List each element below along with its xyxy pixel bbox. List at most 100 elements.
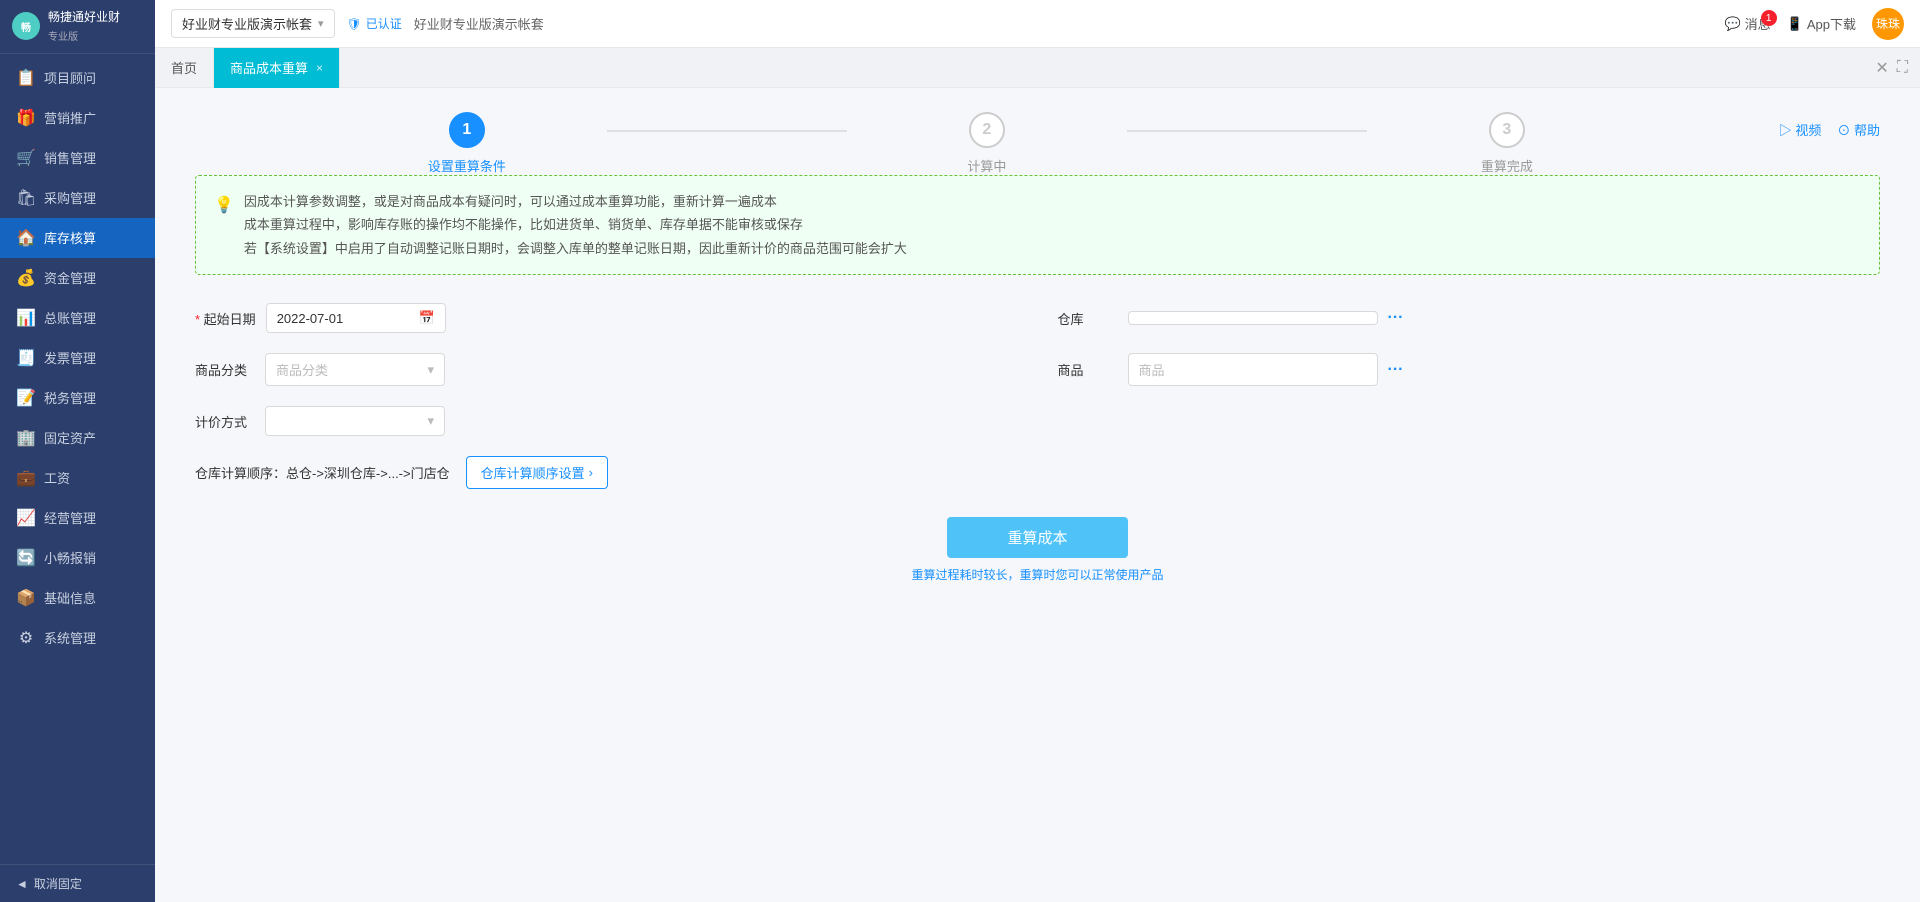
sidebar-item-operation[interactable]: 📈 经营管理 — [0, 498, 155, 538]
tab-recalc-label: 商品成本重算 — [230, 58, 308, 77]
sidebar-item-tax[interactable]: 📝 税务管理 — [0, 378, 155, 418]
sidebar-item-basic[interactable]: 📦 基础信息 — [0, 578, 155, 618]
pricing-select[interactable]: ▾ — [265, 406, 445, 436]
warehouse-order-text: 仓库计算顺序：总仓->深圳仓库->...->门店仓 — [195, 463, 450, 482]
sidebar-item-project[interactable]: 📋 项目顾问 — [0, 58, 155, 98]
pricing-chevron: ▾ — [427, 413, 434, 429]
user-avatar-label: 珠珠 — [1876, 15, 1900, 32]
recalc-section: 重算成本 重算过程耗时较长，重算时您可以正常使用产品 — [195, 517, 1880, 583]
sidebar-item-purchase[interactable]: 🛍 采购管理 — [0, 178, 155, 218]
sidebar-edition: 专业版 — [48, 28, 120, 43]
warehouse-order-row: 仓库计算顺序：总仓->深圳仓库->...->门店仓 仓库计算顺序设置 › — [195, 456, 1880, 489]
sidebar-label-finance: 资金管理 — [44, 268, 96, 287]
warehouse-more-icon[interactable]: ··· — [1388, 309, 1404, 327]
content-area: 1 设置重算条件 2 计算中 3 重算完成 ▷ 视频 ⊙ 帮助 — [155, 88, 1920, 902]
message-action[interactable]: 💬 消息 1 — [1724, 14, 1770, 33]
steps-right-links: ▷ 视频 ⊙ 帮助 — [1779, 112, 1880, 139]
category-select[interactable]: 商品分类 ▾ — [265, 353, 445, 386]
user-avatar[interactable]: 珠珠 — [1872, 8, 1904, 40]
sidebar-label-expense: 小畅报销 — [44, 548, 96, 567]
step-3-circle: 3 — [1489, 112, 1525, 148]
account-selector[interactable]: 好业财专业版演示帐套 ▾ — [171, 9, 335, 38]
phone-icon: 📱 — [1787, 16, 1803, 32]
tab-bar: 首页 商品成本重算 × ✕ ⛶ — [155, 48, 1920, 88]
sidebar-icon-salary: 💼 — [16, 468, 36, 488]
sidebar-item-salary[interactable]: 💼 工资 — [0, 458, 155, 498]
account-selector-text: 好业财专业版演示帐套 — [182, 14, 312, 33]
tab-recalc-close[interactable]: × — [316, 61, 323, 75]
calendar-icon: 📅 — [419, 310, 435, 326]
sidebar-label-ledger: 总账管理 — [44, 308, 96, 327]
sidebar-icon-operation: 📈 — [16, 508, 36, 528]
notification-badge: 1 — [1761, 10, 1777, 26]
sidebar-footer-label: 取消固定 — [34, 875, 82, 892]
message-icon: 💬 — [1724, 16, 1740, 32]
sidebar-item-invoice[interactable]: 🧾 发票管理 — [0, 338, 155, 378]
goods-input[interactable]: 商品 — [1128, 353, 1378, 386]
sidebar-icon-purchase: 🛍 — [16, 188, 36, 208]
start-date-value: 2022-07-01 — [277, 311, 344, 326]
step-line-1 — [607, 130, 847, 132]
form-row-2: 商品分类 商品分类 ▾ 商品 商品 ··· — [195, 353, 1880, 386]
sidebar-item-marketing[interactable]: 🎁 营销推广 — [0, 98, 155, 138]
step-3-label: 重算完成 — [1481, 156, 1533, 175]
sidebar-icon-basic: 📦 — [16, 588, 36, 608]
step-2-circle: 2 — [969, 112, 1005, 148]
sidebar-item-inventory[interactable]: 🏠 库存核算 — [0, 218, 155, 258]
sidebar-label-purchase: 采购管理 — [44, 188, 96, 207]
step-1-label: 设置重算条件 — [428, 156, 506, 175]
info-line-1: 因成本计算参数调整，或是对商品成本有疑问时，可以通过成本重算功能，重新计算一遍成… — [244, 190, 907, 213]
sidebar-item-ledger[interactable]: 📊 总账管理 — [0, 298, 155, 338]
sidebar-footer-unpin[interactable]: ◄ 取消固定 — [0, 864, 155, 902]
sidebar-item-expense[interactable]: 🔄 小畅报销 — [0, 538, 155, 578]
maximize-icon[interactable]: ⛶ — [1897, 59, 1908, 77]
sidebar-label-basic: 基础信息 — [44, 588, 96, 607]
sidebar-item-sales[interactable]: 🛒 销售管理 — [0, 138, 155, 178]
sidebar-label-sales: 销售管理 — [44, 148, 96, 167]
sidebar-label-tax: 税务管理 — [44, 388, 96, 407]
app-download-action[interactable]: 📱 App下载 — [1787, 14, 1856, 33]
warehouse-input[interactable] — [1128, 311, 1378, 325]
goods-more-icon[interactable]: ··· — [1388, 361, 1404, 379]
tab-home[interactable]: 首页 — [155, 48, 214, 88]
help-link[interactable]: ⊙ 帮助 — [1837, 120, 1880, 139]
sidebar-icon-marketing: 🎁 — [16, 108, 36, 128]
sidebar-label-project: 项目顾问 — [44, 68, 96, 87]
steps-row: 1 设置重算条件 2 计算中 3 重算完成 — [195, 112, 1779, 175]
start-date-input[interactable]: 2022-07-01 📅 — [266, 303, 446, 333]
info-icon: 💡 — [214, 192, 234, 260]
info-line-3: 若【系统设置】中启用了自动调整记账日期时，会调整入库单的整单记账日期，因此重新计… — [244, 237, 907, 260]
close-window-icon[interactable]: ✕ — [1875, 58, 1888, 78]
goods-label: 商品 — [1058, 360, 1118, 379]
warehouse-order-chevron: › — [589, 465, 593, 480]
tab-home-label: 首页 — [171, 58, 197, 77]
step-line-2 — [1127, 130, 1367, 132]
top-header: 好业财专业版演示帐套 ▾ 🛡 已认证 好业财专业版演示帐套 💬 消息 1 📱 A… — [155, 0, 1920, 48]
tab-recalc[interactable]: 商品成本重算 × — [214, 48, 340, 88]
steps-wrapper: 1 设置重算条件 2 计算中 3 重算完成 ▷ 视频 ⊙ 帮助 — [195, 112, 1880, 175]
sidebar-icon-inventory: 🏠 — [16, 228, 36, 248]
step-1-circle: 1 — [449, 112, 485, 148]
form-row-3: 计价方式 ▾ — [195, 406, 1880, 436]
sidebar-brand-name: 畅捷通好业财 — [48, 10, 120, 26]
sidebar-label-marketing: 营销推广 — [44, 108, 96, 127]
video-link[interactable]: ▷ 视频 — [1779, 120, 1822, 139]
header-actions: 💬 消息 1 📱 App下载 珠珠 — [1724, 8, 1904, 40]
tab-controls: ✕ ⛶ — [1875, 58, 1920, 78]
sidebar-header: 畅 畅捷通好业财 专业版 — [0, 0, 155, 54]
sidebar-item-finance[interactable]: 💰 资金管理 — [0, 258, 155, 298]
sidebar-item-assets[interactable]: 🏢 固定资产 — [0, 418, 155, 458]
sidebar-item-system[interactable]: ⚙ 系统管理 — [0, 618, 155, 658]
sidebar-icon-sales: 🛒 — [16, 148, 36, 168]
sidebar: 畅 畅捷通好业财 专业版 📋 项目顾问 🎁 营销推广 🛒 销售管理 🛍 采购管理… — [0, 0, 155, 902]
warehouse-order-btn[interactable]: 仓库计算顺序设置 › — [466, 456, 608, 489]
category-label: 商品分类 — [195, 360, 255, 379]
sidebar-label-operation: 经营管理 — [44, 508, 96, 527]
header-account-name: 好业财专业版演示帐套 — [414, 14, 544, 33]
sidebar-icon-project: 📋 — [16, 68, 36, 88]
recalc-button[interactable]: 重算成本 — [947, 517, 1127, 558]
verified-text: 已认证 — [366, 15, 402, 32]
sidebar-icon-finance: 💰 — [16, 268, 36, 288]
sidebar-label-assets: 固定资产 — [44, 428, 96, 447]
start-date-field: 起始日期 2022-07-01 📅 — [195, 303, 1018, 333]
